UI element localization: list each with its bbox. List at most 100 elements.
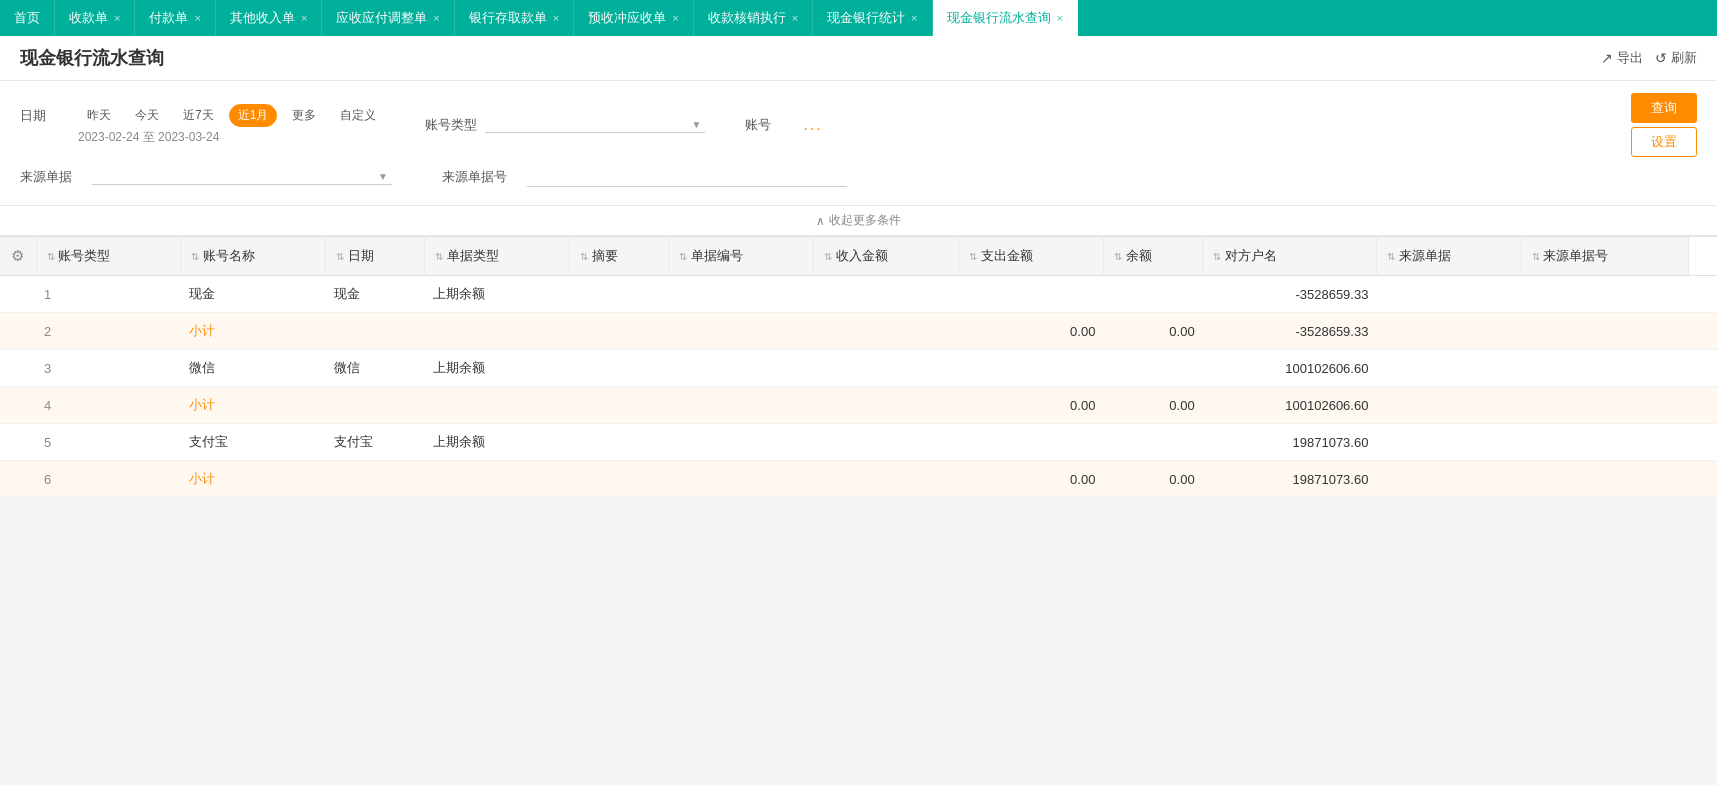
sort-icon: ⇅ <box>1532 251 1540 262</box>
row-number: 1 <box>36 276 181 313</box>
cell-date <box>425 461 570 498</box>
close-icon[interactable]: × <box>792 12 798 24</box>
nav-home-label: 首页 <box>14 9 40 27</box>
cell-income <box>959 276 1104 313</box>
setting-button[interactable]: 设置 <box>1631 127 1697 157</box>
close-icon[interactable]: × <box>553 12 559 24</box>
table-row[interactable]: 3微信微信上期余额100102606.60 <box>0 350 1717 387</box>
th-counterparty[interactable]: ⇅ 对方户名 <box>1203 237 1377 276</box>
th-doc-no[interactable]: ⇅ 单据编号 <box>669 237 814 276</box>
row-number: 6 <box>36 461 181 498</box>
close-icon[interactable]: × <box>911 12 917 24</box>
nav-tab-xianjinyinhang[interactable]: 现金银行统计 × <box>813 0 932 36</box>
gear-icon[interactable]: ⚙ <box>11 247 24 264</box>
row-number: 2 <box>36 313 181 350</box>
cell-source-doc-no <box>1689 387 1717 424</box>
th-doc-type[interactable]: ⇅ 单据类型 <box>425 237 570 276</box>
close-icon[interactable]: × <box>194 12 200 24</box>
close-icon[interactable]: × <box>1057 12 1063 24</box>
cell-balance: -3528659.33 <box>1203 313 1377 350</box>
th-source-doc-label: 来源单据 <box>1399 248 1451 263</box>
nav-tab-shoukuanhexiao[interactable]: 收款核销执行 × <box>694 0 813 36</box>
nav-tab-liushui[interactable]: 现金银行流水查询 × <box>933 0 1078 36</box>
cell-balance: -3528659.33 <box>1203 276 1377 313</box>
close-icon[interactable]: × <box>433 12 439 24</box>
nav-tab-shoukuandan[interactable]: 收款单 × <box>55 0 135 36</box>
cell-counterparty <box>1376 350 1521 387</box>
cell-doc-type <box>570 461 669 498</box>
account-type-select[interactable]: ▼ <box>485 117 705 133</box>
date-btn-7days[interactable]: 近7天 <box>174 104 223 127</box>
table-container: ⚙ ⇅ 账号类型 ⇅ 账号名称 ⇅ 日期 ⇅ 单据类型 <box>0 236 1717 498</box>
date-range-display: 2023-02-24 至 2023-03-24 <box>78 130 219 144</box>
th-doc-type-label: 单据类型 <box>447 248 499 263</box>
table-row[interactable]: 1现金现金上期余额-3528659.33 <box>0 276 1717 313</box>
cell-account-type: 现金 <box>181 276 326 313</box>
th-account-type[interactable]: ⇅ 账号类型 <box>36 237 181 276</box>
cell-counterparty <box>1376 461 1521 498</box>
nav-tab-yingshouyingfu[interactable]: 应收应付调整单 × <box>322 0 454 36</box>
source-doc-select[interactable]: ▼ <box>92 169 392 185</box>
collapse-bar[interactable]: ∧ 收起更多条件 <box>0 206 1717 236</box>
cell-source-doc-no <box>1689 350 1717 387</box>
cell-doc-type <box>570 424 669 461</box>
sort-icon: ⇅ <box>336 251 344 262</box>
sort-icon: ⇅ <box>1114 251 1122 262</box>
date-btn-custom[interactable]: 自定义 <box>331 104 385 127</box>
nav-tab-qitashouru[interactable]: 其他收入单 × <box>216 0 322 36</box>
table-row[interactable]: 4小计0.000.00100102606.60 <box>0 387 1717 424</box>
more-dots-button[interactable]: ... <box>803 116 822 134</box>
nav-tab-label: 其他收入单 <box>230 9 295 27</box>
account-label: 账号 <box>745 116 795 134</box>
table-row[interactable]: 5支付宝支付宝上期余额19871073.60 <box>0 424 1717 461</box>
nav-tab-yinhangcunqu[interactable]: 银行存取款单 × <box>455 0 574 36</box>
date-btn-1month[interactable]: 近1月 <box>229 104 278 127</box>
date-btn-more[interactable]: 更多 <box>283 104 325 127</box>
cell-account-type: 小计 <box>181 313 326 350</box>
sort-icon: ⇅ <box>191 251 199 262</box>
close-icon[interactable]: × <box>301 12 307 24</box>
th-account-type-label: 账号类型 <box>58 248 110 263</box>
cell-doc-type <box>570 313 669 350</box>
th-settings: ⚙ <box>0 237 36 276</box>
cell-doc-no <box>814 461 959 498</box>
cell-account-type: 支付宝 <box>181 424 326 461</box>
cell-date <box>425 387 570 424</box>
th-income[interactable]: ⇅ 收入金额 <box>814 237 959 276</box>
close-icon[interactable]: × <box>672 12 678 24</box>
table-header-row: ⚙ ⇅ 账号类型 ⇅ 账号名称 ⇅ 日期 ⇅ 单据类型 <box>0 237 1717 276</box>
table-row[interactable]: 2小计0.000.00-3528659.33 <box>0 313 1717 350</box>
chevron-down-icon: ▼ <box>691 119 701 130</box>
cell-source-doc-no <box>1689 461 1717 498</box>
th-source-doc[interactable]: ⇅ 来源单据 <box>1376 237 1521 276</box>
th-source-doc-no[interactable]: ⇅ 来源单据号 <box>1521 237 1689 276</box>
cell-counterparty <box>1376 313 1521 350</box>
th-balance[interactable]: ⇅ 余额 <box>1103 237 1202 276</box>
th-summary[interactable]: ⇅ 摘要 <box>570 237 669 276</box>
source-doc-label: 来源单据 <box>20 168 72 186</box>
nav-tab-label: 现金银行流水查询 <box>947 9 1051 27</box>
export-icon: ↗ <box>1601 50 1613 66</box>
nav-tab-yushou[interactable]: 预收冲应收单 × <box>574 0 693 36</box>
nav-home[interactable]: 首页 <box>0 0 55 36</box>
close-icon[interactable]: × <box>114 12 120 24</box>
table-body: 1现金现金上期余额-3528659.332小计0.000.00-3528659.… <box>0 276 1717 498</box>
data-table: ⚙ ⇅ 账号类型 ⇅ 账号名称 ⇅ 日期 ⇅ 单据类型 <box>0 236 1717 498</box>
th-date[interactable]: ⇅ 日期 <box>326 237 425 276</box>
source-doc-num-input[interactable] <box>527 167 847 187</box>
export-button[interactable]: ↗ 导出 <box>1601 49 1643 67</box>
date-btn-today[interactable]: 今天 <box>126 104 168 127</box>
sort-icon: ⇅ <box>1213 251 1221 262</box>
cell-expense: 0.00 <box>1103 461 1202 498</box>
table-row[interactable]: 6小计0.000.0019871073.60 <box>0 461 1717 498</box>
refresh-button[interactable]: ↺ 刷新 <box>1655 49 1697 67</box>
cell-date: 上期余额 <box>425 424 570 461</box>
date-btn-yesterday[interactable]: 昨天 <box>78 104 120 127</box>
nav-tab-fukuandan[interactable]: 付款单 × <box>135 0 215 36</box>
th-account-name[interactable]: ⇅ 账号名称 <box>181 237 326 276</box>
cell-balance: 19871073.60 <box>1203 461 1377 498</box>
cell-income: 0.00 <box>959 387 1104 424</box>
th-expense[interactable]: ⇅ 支出金额 <box>959 237 1104 276</box>
query-button[interactable]: 查询 <box>1631 93 1697 123</box>
cell-summary <box>669 313 814 350</box>
